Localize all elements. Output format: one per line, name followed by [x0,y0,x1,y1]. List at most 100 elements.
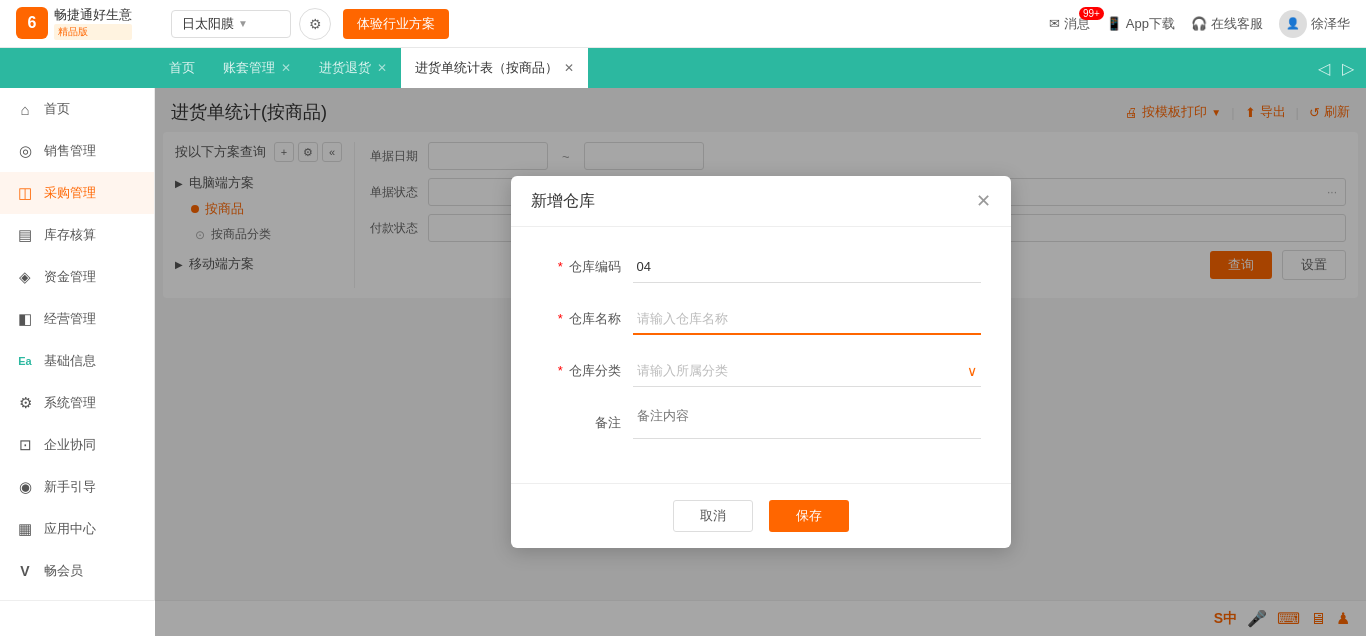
cancel-button[interactable]: 取消 [673,500,753,532]
brand-name: 畅捷通好生意 [54,7,132,24]
tab-account-close[interactable]: ✕ [281,61,291,75]
trial-button[interactable]: 体验行业方案 [343,9,449,39]
sidebar-item-system[interactable]: ⚙ 系统管理 [0,382,154,424]
online-service-button[interactable]: 🎧 在线客服 [1191,15,1263,33]
message-icon: ✉ [1049,16,1060,31]
modal-body: * 仓库编码 * 仓库名称 [511,227,1011,483]
sidebar-item-enterprise[interactable]: ⊡ 企业协同 [0,424,154,466]
tab-account[interactable]: 账套管理 ✕ [209,48,305,88]
settings-icon[interactable]: ⚙ [299,8,331,40]
sidebar-label-apps: 应用中心 [44,520,96,538]
tab-purchase-stats-label: 进货单统计表（按商品） [415,59,558,77]
apps-icon: ▦ [16,520,34,538]
sidebar-item-operations[interactable]: ◧ 经营管理 [0,298,154,340]
store-name: 日太阳膜 [182,15,234,33]
sidebar-label-home: 首页 [44,100,70,118]
app-download-button[interactable]: 📱 App下载 [1106,15,1175,33]
username: 徐泽华 [1311,15,1350,33]
tab-purchase-return-label: 进货退货 [319,59,371,77]
sidebar-item-finance[interactable]: ◈ 资金管理 [0,256,154,298]
sidebar-label-inventory: 库存核算 [44,226,96,244]
form-row-remark: 备注 [541,407,981,439]
sidebar-item-basic[interactable]: Ea 基础信息 [0,340,154,382]
sidebar-item-inventory[interactable]: ▤ 库存核算 [0,214,154,256]
user-area[interactable]: 👤 徐泽华 [1279,10,1350,38]
tab-purchase-return[interactable]: 进货退货 ✕ [305,48,401,88]
sidebar-label-guide: 新手引导 [44,478,96,496]
home-icon: ⌂ [16,100,34,118]
top-header: 6 畅捷通好生意 精品版 日太阳膜 ▼ ⚙ 体验行业方案 ✉ 消息 99+ 📱 … [0,0,1366,48]
sidebar-label-operations: 经营管理 [44,310,96,328]
tab-account-label: 账套管理 [223,59,275,77]
app-download-label: App下载 [1126,15,1175,33]
sidebar-item-sales[interactable]: ◎ 销售管理 [0,130,154,172]
modal-close-icon[interactable]: ✕ [976,190,991,212]
purchase-icon: ◫ [16,184,34,202]
online-service-label: 在线客服 [1211,15,1263,33]
name-input[interactable] [633,303,981,335]
remark-label: 备注 [541,414,621,432]
app-badge: 精品版 [54,24,132,40]
sidebar-label-vip: 畅会员 [44,562,83,580]
mobile-icon: 📱 [1106,16,1122,31]
sidebar-label-sales: 销售管理 [44,142,96,160]
tab-next-icon[interactable]: ▷ [1338,59,1358,78]
sidebar-label-basic: 基础信息 [44,352,96,370]
operations-icon: ◧ [16,310,34,328]
form-row-code: * 仓库编码 [541,251,981,283]
sidebar-item-vip[interactable]: V 畅会员 [0,550,154,592]
header-right: ✉ 消息 99+ 📱 App下载 🎧 在线客服 👤 徐泽华 [1049,10,1350,38]
basic-icon: Ea [16,352,34,370]
tab-bar: 首页 账套管理 ✕ 进货退货 ✕ 进货单统计表（按商品） ✕ ◁ ▷ [0,48,1366,88]
save-button[interactable]: 保存 [769,500,849,532]
category-label: * 仓库分类 [541,362,621,380]
enterprise-icon: ⊡ [16,436,34,454]
app-logo: 6 [16,7,48,39]
content-area: 进货单统计(按商品) 🖨 按模板打印 ▼ | ⬆ 导出 | ↺ 刷新 [155,88,1366,636]
tab-prev-icon[interactable]: ◁ [1314,59,1334,78]
tab-bar-actions: ◁ ▷ [1314,59,1366,78]
modal-title: 新增仓库 [531,191,595,212]
sidebar-label-purchase: 采购管理 [44,184,96,202]
sidebar-item-guide[interactable]: ◉ 新手引导 [0,466,154,508]
sales-icon: ◎ [16,142,34,160]
form-row-category: * 仓库分类 请输入所属分类 ∨ [541,355,981,387]
headset-icon: 🎧 [1191,16,1207,31]
modal-footer: 取消 保存 [511,483,1011,548]
system-icon: ⚙ [16,394,34,412]
category-placeholder: 请输入所属分类 [637,362,728,380]
tab-home-label: 首页 [169,59,195,77]
logo-area: 6 畅捷通好生意 精品版 [16,7,171,40]
sidebar-label-system: 系统管理 [44,394,96,412]
sidebar-label-enterprise: 企业协同 [44,436,96,454]
messages-button[interactable]: ✉ 消息 99+ [1049,15,1090,33]
modal-header: 新增仓库 ✕ [511,176,1011,227]
sidebar-item-purchase[interactable]: ◫ 采购管理 [0,172,154,214]
code-label: * 仓库编码 [541,258,621,276]
category-select[interactable]: 请输入所属分类 ∨ [633,355,981,387]
tab-home[interactable]: 首页 [155,48,209,88]
new-warehouse-modal: 新增仓库 ✕ * 仓库编码 * [511,176,1011,548]
category-chevron-icon: ∨ [967,363,977,379]
main-layout: ⌂ 首页 ◎ 销售管理 ◫ 采购管理 ▤ 库存核算 ◈ 资金管理 ◧ 经营管理 … [0,88,1366,636]
modal-overlay: 新增仓库 ✕ * 仓库编码 * [155,88,1366,636]
remark-input[interactable] [633,407,981,439]
inventory-icon: ▤ [16,226,34,244]
name-label: * 仓库名称 [541,310,621,328]
finance-icon: ◈ [16,268,34,286]
sidebar-item-home[interactable]: ⌂ 首页 [0,88,154,130]
notification-badge: 99+ [1079,7,1104,20]
vip-icon: V [16,562,34,580]
form-row-name: * 仓库名称 [541,303,981,335]
sidebar: ⌂ 首页 ◎ 销售管理 ◫ 采购管理 ▤ 库存核算 ◈ 资金管理 ◧ 经营管理 … [0,88,155,636]
tab-purchase-return-close[interactable]: ✕ [377,61,387,75]
code-input[interactable] [633,251,981,283]
chevron-down-icon: ▼ [238,18,248,29]
sidebar-label-finance: 资金管理 [44,268,96,286]
tab-purchase-stats[interactable]: 进货单统计表（按商品） ✕ [401,48,588,88]
store-selector[interactable]: 日太阳膜 ▼ [171,10,291,38]
sidebar-item-apps[interactable]: ▦ 应用中心 [0,508,154,550]
avatar: 👤 [1279,10,1307,38]
tab-purchase-stats-close[interactable]: ✕ [564,61,574,75]
guide-icon: ◉ [16,478,34,496]
